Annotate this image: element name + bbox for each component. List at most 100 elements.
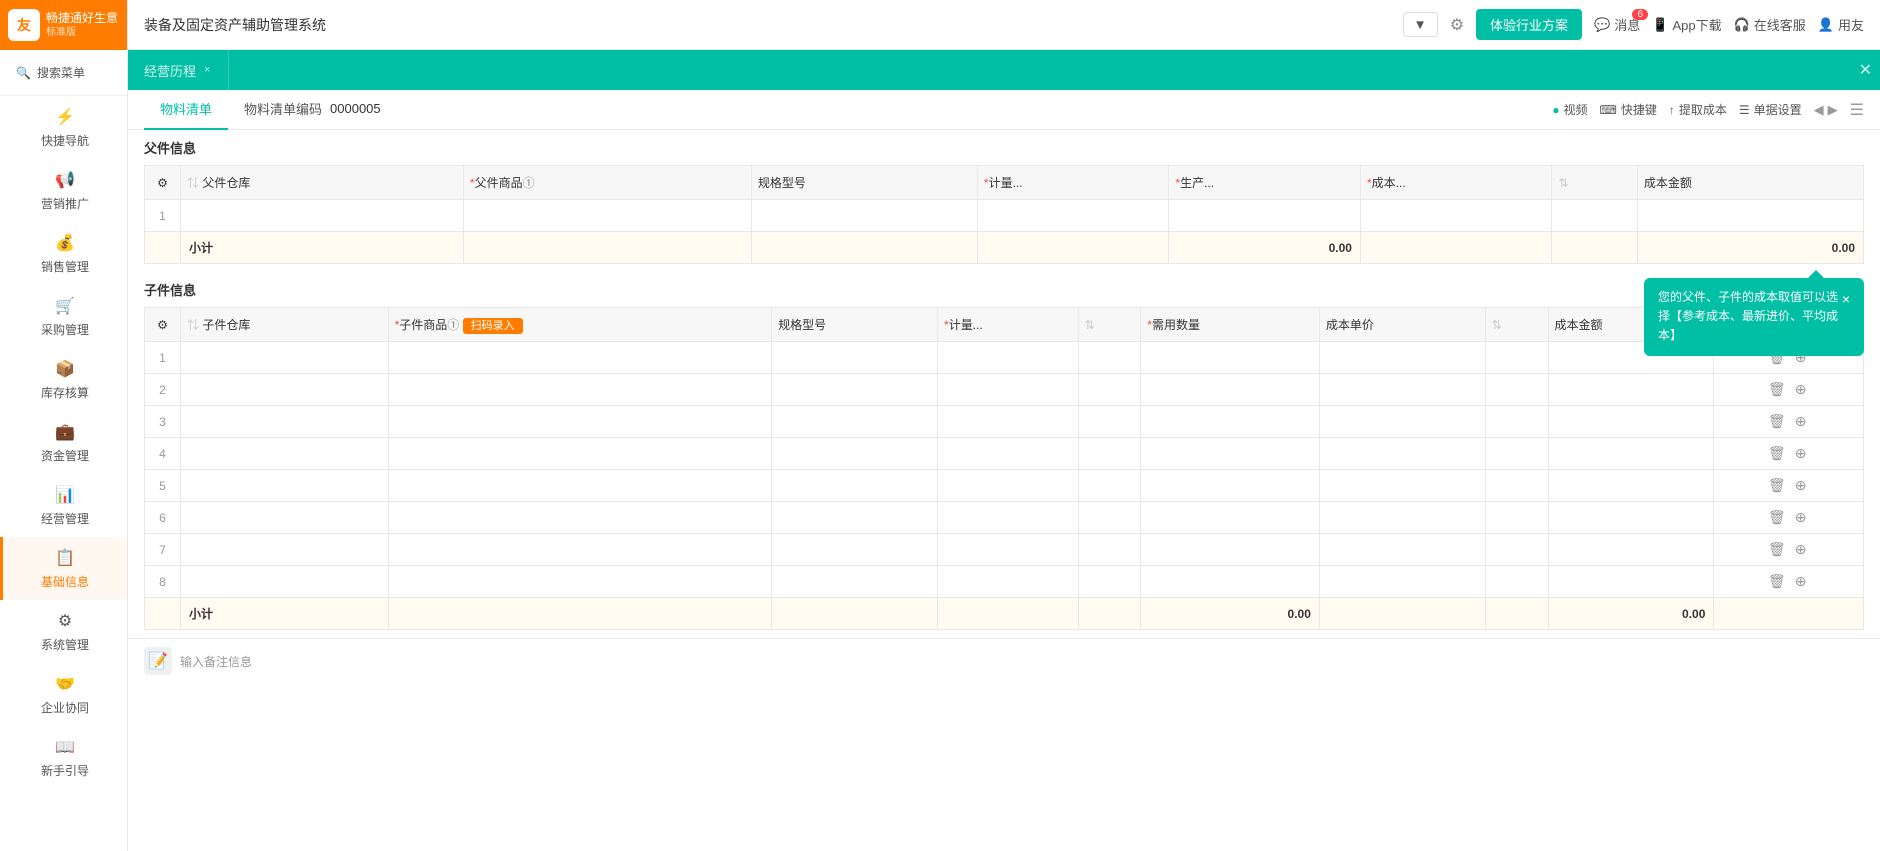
sidebar-item-新手引导[interactable]: 📖 新手引导 [0,726,127,789]
shortcut-action[interactable]: ⌨ 快捷键 [1600,101,1657,118]
child-row-6-unit-cost[interactable] [1319,502,1485,534]
copy-icon[interactable]: ⊕ [1792,509,1810,527]
child-row-4-product[interactable] [388,438,772,470]
sidebar-item-经营管理[interactable]: 📊 经营管理 [0,474,127,537]
child-row-1-unit-cost[interactable] [1319,342,1485,374]
child-row-3-amount[interactable] [1548,406,1714,438]
note-placeholder[interactable]: 输入备注信息 [180,653,252,670]
sidebar-item-系统管理[interactable]: ⚙ 系统管理 [0,600,127,663]
sidebar-item-快捷导航[interactable]: ⚡ 快捷导航 [0,96,127,159]
sidebar-search[interactable]: 🔍 搜索菜单 [0,50,127,96]
child-row-4-warehouse[interactable] [181,438,389,470]
delete-icon[interactable]: 🗑 [1768,541,1786,559]
child-row-5-warehouse[interactable] [181,470,389,502]
child-row-8-unit[interactable] [938,566,1079,598]
video-action[interactable]: ● 视频 [1552,101,1587,118]
child-row-8-product[interactable] [388,566,772,598]
parent-row-1-unit[interactable] [977,200,1169,232]
child-row-4-amount[interactable] [1548,438,1714,470]
child-row-1-product[interactable] [388,342,772,374]
trial-button[interactable]: 体验行业方案 [1476,9,1582,40]
child-row-5-unit[interactable] [938,470,1079,502]
child-row-7-unit-cost[interactable] [1319,534,1485,566]
child-row-5-product[interactable] [388,470,772,502]
child-row-5-amount[interactable] [1548,470,1714,502]
scan-btn[interactable]: 扫码录入 [463,318,523,334]
parent-row-1-cost[interactable] [1360,200,1552,232]
child-row-7-warehouse[interactable] [181,534,389,566]
child-row-2-amount[interactable] [1548,374,1714,406]
child-row-8-quantity[interactable] [1141,566,1320,598]
sidebar-item-采购管理[interactable]: 🛒 采购管理 [0,285,127,348]
message-action[interactable]: 💬 消息 6 [1594,15,1640,34]
child-row-8-amount[interactable] [1548,566,1714,598]
child-row-1-quantity[interactable] [1141,342,1320,374]
parent-row-1-product[interactable] [463,200,751,232]
copy-icon[interactable]: ⊕ [1792,445,1810,463]
grid-view-icon[interactable]: ☰ [1850,100,1864,120]
child-row-6-warehouse[interactable] [181,502,389,534]
system-dropdown-button[interactable]: ▼ [1403,12,1438,37]
copy-icon[interactable]: ⊕ [1792,413,1810,431]
doc-settings-action[interactable]: ☰ 单据设置 [1739,101,1802,118]
delete-icon[interactable]: 🗑 [1768,381,1786,399]
child-row-6-spec[interactable] [772,502,938,534]
child-row-7-unit[interactable] [938,534,1079,566]
delete-icon[interactable]: 🗑 [1768,445,1786,463]
child-row-1-warehouse[interactable] [181,342,389,374]
child-row-8-unit-cost[interactable] [1319,566,1485,598]
parent-col-settings[interactable]: ⚙ [145,166,181,200]
tab-close[interactable]: × [202,64,212,76]
child-row-7-spec[interactable] [772,534,938,566]
child-row-3-unit-cost[interactable] [1319,406,1485,438]
app-download-action[interactable]: 📱 App下载 [1652,15,1721,34]
next-arrow[interactable]: ▶ [1828,102,1838,118]
child-row-3-product[interactable] [388,406,772,438]
child-row-6-unit[interactable] [938,502,1079,534]
tooltip-close[interactable]: × [1842,288,1850,310]
child-row-1-spec[interactable] [772,342,938,374]
child-row-1-unit[interactable] [938,342,1079,374]
sidebar-item-资金管理[interactable]: 💼 资金管理 [0,411,127,474]
settings-icon[interactable]: ⚙ [1450,15,1464,35]
online-service-action[interactable]: 🎧 在线客服 [1734,15,1806,34]
delete-icon[interactable]: 🗑 [1768,509,1786,527]
tab-bar-close[interactable]: ✕ [1851,60,1880,80]
child-row-2-warehouse[interactable] [181,374,389,406]
child-row-6-product[interactable] [388,502,772,534]
parent-row-1-spec[interactable] [751,200,977,232]
sidebar-item-企业协同[interactable]: 🤝 企业协同 [0,663,127,726]
child-row-2-product[interactable] [388,374,772,406]
user-avatar[interactable]: 👤 用友 [1818,15,1864,34]
copy-icon[interactable]: ⊕ [1792,541,1810,559]
child-row-8-spec[interactable] [772,566,938,598]
child-row-7-quantity[interactable] [1141,534,1320,566]
parent-row-1-amount[interactable] [1637,200,1863,232]
child-row-2-unit-cost[interactable] [1319,374,1485,406]
prev-arrow[interactable]: ◀ [1814,102,1824,118]
sidebar-item-营销推广[interactable]: 📢 营销推广 [0,159,127,222]
copy-icon[interactable]: ⊕ [1792,573,1810,591]
parent-row-1-warehouse[interactable] [181,200,464,232]
child-row-8-warehouse[interactable] [181,566,389,598]
child-row-4-spec[interactable] [772,438,938,470]
child-row-3-warehouse[interactable] [181,406,389,438]
child-row-2-unit[interactable] [938,374,1079,406]
child-row-4-unit-cost[interactable] [1319,438,1485,470]
child-row-7-product[interactable] [388,534,772,566]
delete-icon[interactable]: 🗑 [1768,477,1786,495]
child-row-2-quantity[interactable] [1141,374,1320,406]
search-menu-button[interactable]: 🔍 搜索菜单 [8,58,119,87]
child-col-settings[interactable]: ⚙ [145,308,181,342]
child-row-5-spec[interactable] [772,470,938,502]
sub-tab-code[interactable]: 物料清单编码 0000005 [228,90,397,130]
delete-icon[interactable]: 🗑 [1768,413,1786,431]
child-row-6-amount[interactable] [1548,502,1714,534]
child-row-4-quantity[interactable] [1141,438,1320,470]
child-row-5-quantity[interactable] [1141,470,1320,502]
sub-tab-bom[interactable]: 物料清单 [144,90,228,130]
child-row-2-spec[interactable] [772,374,938,406]
extract-cost-action[interactable]: ↑ 提取成本 [1669,101,1727,118]
parent-row-1-production[interactable] [1169,200,1361,232]
sidebar-item-库存核算[interactable]: 📦 库存核算 [0,348,127,411]
